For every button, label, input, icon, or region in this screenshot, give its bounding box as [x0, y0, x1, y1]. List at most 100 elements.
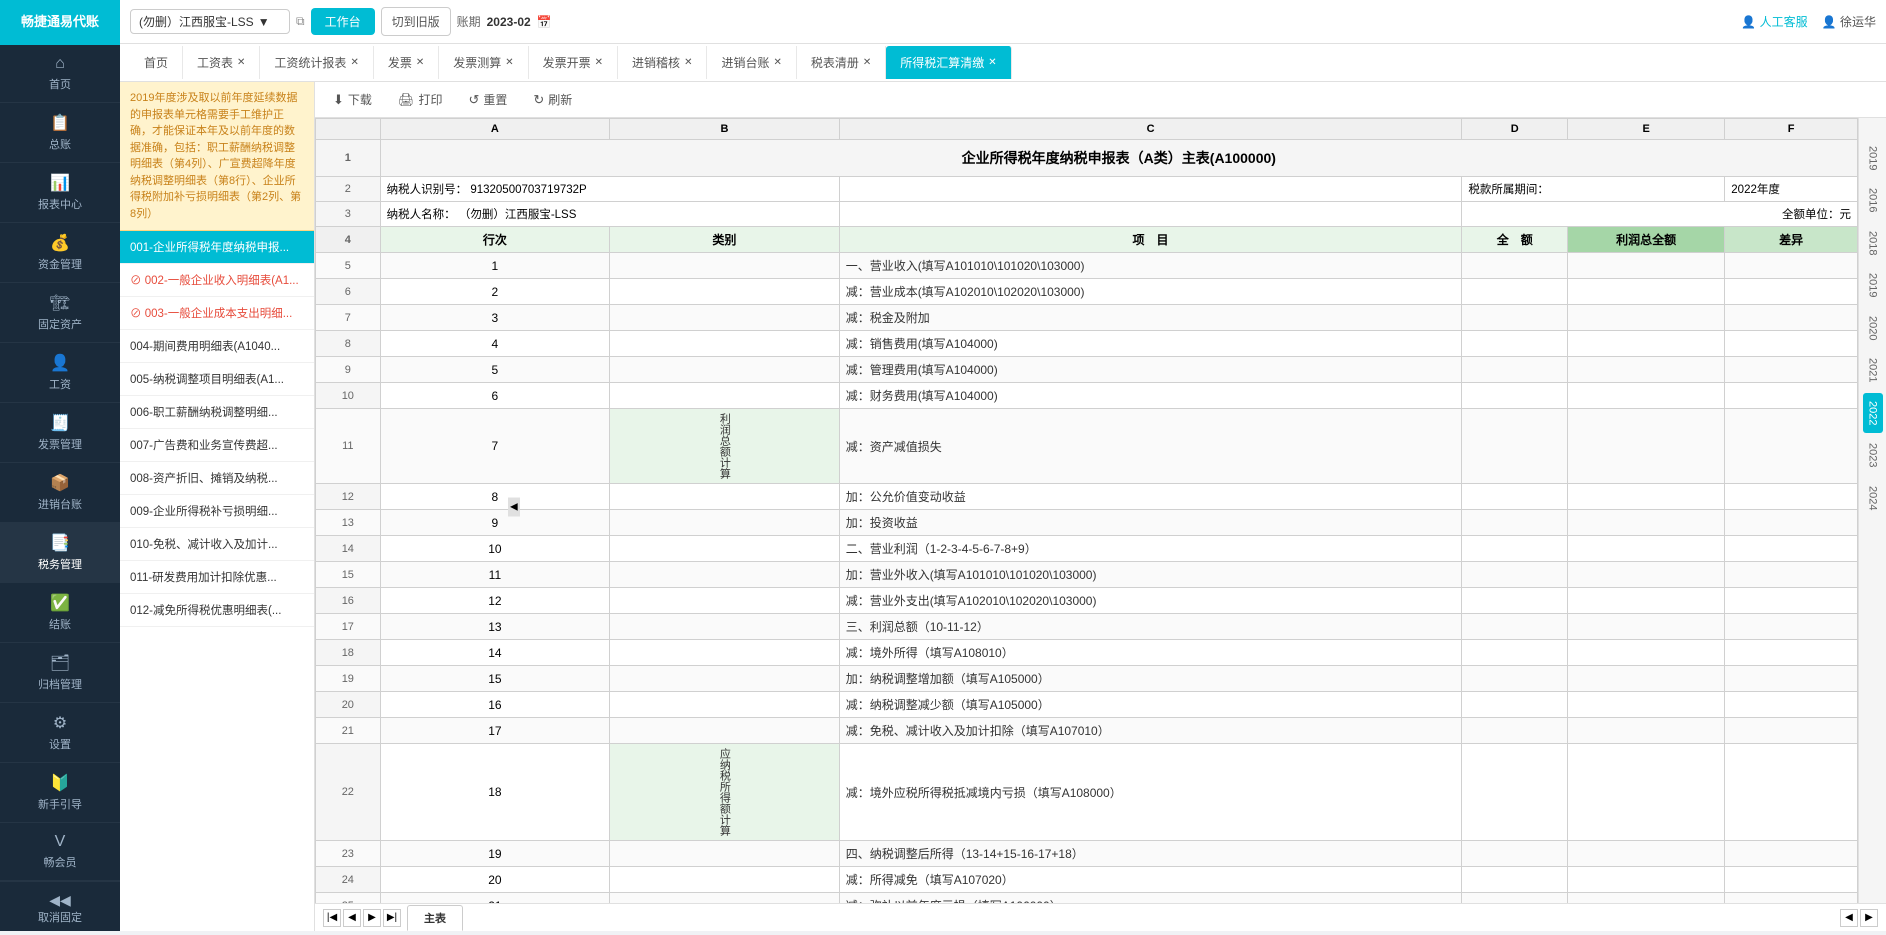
cell-lirun[interactable] — [1568, 331, 1725, 357]
cell-xingci[interactable]: 8 — [380, 484, 610, 510]
cell-quane[interactable] — [1462, 614, 1568, 640]
tab-close-invoice-open[interactable]: ✕ — [595, 57, 603, 68]
cell-quane[interactable] — [1462, 562, 1568, 588]
sidebar-item-invoice-mgmt[interactable]: 🧾发票管理 — [0, 403, 120, 463]
tab-income-tax-calc[interactable]: 所得税汇算清缴✕ — [886, 46, 1011, 79]
cell-quane[interactable] — [1462, 409, 1568, 484]
cell-chay[interactable] — [1725, 510, 1858, 536]
cell-lirun[interactable] — [1568, 718, 1725, 744]
cell-xiangmu[interactable]: 减：境外应税所得税抵减境内亏损（填写A108000） — [839, 744, 1462, 841]
cell-xiangmu[interactable]: 减：纳税调整减少额（填写A105000） — [839, 692, 1462, 718]
cell-lirun[interactable] — [1568, 484, 1725, 510]
cell-chay[interactable] — [1725, 331, 1858, 357]
year-nav-2021[interactable]: 2021 — [1863, 350, 1883, 390]
sidebar-item-checkout[interactable]: ✅结账 — [0, 583, 120, 643]
tab-payroll-stat[interactable]: 工资统计报表✕ — [260, 46, 373, 79]
sidebar-item-purchase-sales[interactable]: 📦进销台账 — [0, 463, 120, 523]
cell-xiangmu[interactable]: 减：营业外支出(填写A102010\102020\103000) — [839, 588, 1462, 614]
copy-icon[interactable]: ⧉ — [296, 14, 305, 29]
cell-chay[interactable] — [1725, 536, 1858, 562]
sidebar-item-member[interactable]: V畅会员 — [0, 823, 120, 881]
panel-item-001[interactable]: 001-企业所得税年度纳税申报... — [120, 231, 314, 264]
cell-xiangmu[interactable]: 减：免税、减计收入及加计扣除（填写A107010） — [839, 718, 1462, 744]
cell-xingci[interactable]: 10 — [380, 536, 610, 562]
cell-lirun[interactable] — [1568, 383, 1725, 409]
cell-lirun[interactable] — [1568, 614, 1725, 640]
panel-item-003[interactable]: ⊘ 003-一般企业成本支出明细... — [120, 297, 314, 330]
cell-xiangmu[interactable]: 减：弥补以前年度亏损（填写A106000） — [839, 893, 1462, 904]
cell-xiangmu[interactable]: 加：公允价值变动收益 — [839, 484, 1462, 510]
cell-quane[interactable] — [1462, 744, 1568, 841]
cell-xiangmu[interactable]: 减：营业成本(填写A102010\102020\103000) — [839, 279, 1462, 305]
panel-item-007[interactable]: 007-广告费和业务宣传费超... — [120, 429, 314, 462]
panel-item-011[interactable]: 011-研发费用加计扣除优惠... — [120, 561, 314, 594]
cell-quane[interactable] — [1462, 383, 1568, 409]
cell-xingci[interactable]: 9 — [380, 510, 610, 536]
tab-close-tax-clear[interactable]: ✕ — [863, 57, 871, 68]
panel-item-005[interactable]: 005-纳税调整项目明细表(A1... — [120, 363, 314, 396]
cell-lirun[interactable] — [1568, 640, 1725, 666]
sidebar-item-tax-mgmt[interactable]: 📑税务管理 — [0, 523, 120, 583]
cell-xiangmu[interactable]: 四、纳税调整后所得（13-14+15-16-17+18） — [839, 841, 1462, 867]
cell-chay[interactable] — [1725, 409, 1858, 484]
tab-purchase-check[interactable]: 进销稽核✕ — [618, 46, 707, 79]
sidebar-item-fixed-assets[interactable]: 🏗固定资产 — [0, 283, 120, 343]
year-nav-2019[interactable]: 2019 — [1863, 265, 1883, 305]
year-nav-2022[interactable]: 2022 — [1863, 393, 1883, 433]
scroll-left-arrow[interactable]: ◀ — [1840, 909, 1858, 927]
cell-xingci[interactable]: 14 — [380, 640, 610, 666]
cell-quane[interactable] — [1462, 253, 1568, 279]
workbench-button[interactable]: 工作台 — [311, 8, 375, 35]
year-nav-2020[interactable]: 2020 — [1863, 308, 1883, 348]
cell-xiangmu[interactable]: 减：境外所得（填写A108010） — [839, 640, 1462, 666]
cell-chay[interactable] — [1725, 357, 1858, 383]
cell-chay[interactable] — [1725, 253, 1858, 279]
sidebar-item-settings[interactable]: ⚙设置 — [0, 703, 120, 763]
cell-xingci[interactable]: 16 — [380, 692, 610, 718]
calendar-icon[interactable]: 📅 — [537, 15, 552, 29]
cell-quane[interactable] — [1462, 536, 1568, 562]
company-selector[interactable]: (勿删）江西服宝-LSS ▼ — [130, 9, 290, 34]
cell-chay[interactable] — [1725, 718, 1858, 744]
cell-xingci[interactable]: 13 — [380, 614, 610, 640]
cell-chay[interactable] — [1725, 484, 1858, 510]
sidebar-item-general-ledger[interactable]: 📋总账 — [0, 103, 120, 163]
panel-item-012[interactable]: 012-减免所得税优惠明细表(... — [120, 594, 314, 627]
cell-chay[interactable] — [1725, 588, 1858, 614]
cell-xingci[interactable]: 3 — [380, 305, 610, 331]
cell-xiangmu[interactable]: 减：财务费用(填写A104000) — [839, 383, 1462, 409]
year-nav-2023[interactable]: 2023 — [1863, 435, 1883, 475]
print-button[interactable]: 🖨 打印 — [392, 88, 449, 111]
customer-service[interactable]: 👤 人工客服 — [1741, 13, 1807, 30]
cell-xiangmu[interactable]: 减：销售费用(填写A104000) — [839, 331, 1462, 357]
cell-xiangmu[interactable]: 减：资产减值损失 — [839, 409, 1462, 484]
cell-lirun[interactable] — [1568, 867, 1725, 893]
cell-chay[interactable] — [1725, 692, 1858, 718]
panel-item-002[interactable]: ⊘ 002-一般企业收入明细表(A1... — [120, 264, 314, 297]
cell-xiangmu[interactable]: 一、营业收入(填写A101010\101020\103000) — [839, 253, 1462, 279]
cell-lirun[interactable] — [1568, 305, 1725, 331]
cell-quane[interactable] — [1462, 279, 1568, 305]
cell-lirun[interactable] — [1568, 253, 1725, 279]
cell-chay[interactable] — [1725, 614, 1858, 640]
cell-xiangmu[interactable]: 加：纳税调整增加额（填写A105000） — [839, 666, 1462, 692]
cell-chay[interactable] — [1725, 867, 1858, 893]
cell-xingci[interactable]: 6 — [380, 383, 610, 409]
table-outer[interactable]: ABCDEF1企业所得税年度纳税申报表（A类）主表(A100000)2 纳税人识… — [315, 118, 1858, 903]
cell-quane[interactable] — [1462, 893, 1568, 904]
cell-xingci[interactable]: 4 — [380, 331, 610, 357]
cell-lirun[interactable] — [1568, 562, 1725, 588]
cell-chay[interactable] — [1725, 666, 1858, 692]
scroll-right-arrow[interactable]: ▶ — [1860, 909, 1878, 927]
year-nav-2016[interactable]: 2016 — [1863, 180, 1883, 220]
tab-invoice[interactable]: 发票✕ — [374, 46, 439, 79]
cell-xingci[interactable]: 19 — [380, 841, 610, 867]
tab-tax-clear[interactable]: 税表清册✕ — [797, 46, 886, 79]
cell-xingci[interactable]: 15 — [380, 666, 610, 692]
sheet-prev-arrow[interactable]: ◀ — [343, 909, 361, 927]
panel-item-009[interactable]: 009-企业所得税补亏损明细... — [120, 495, 314, 528]
tab-close-payroll[interactable]: ✕ — [237, 57, 245, 68]
tab-invoice-calc[interactable]: 发票测算✕ — [439, 46, 528, 79]
cell-quane[interactable] — [1462, 640, 1568, 666]
cell-quane[interactable] — [1462, 510, 1568, 536]
